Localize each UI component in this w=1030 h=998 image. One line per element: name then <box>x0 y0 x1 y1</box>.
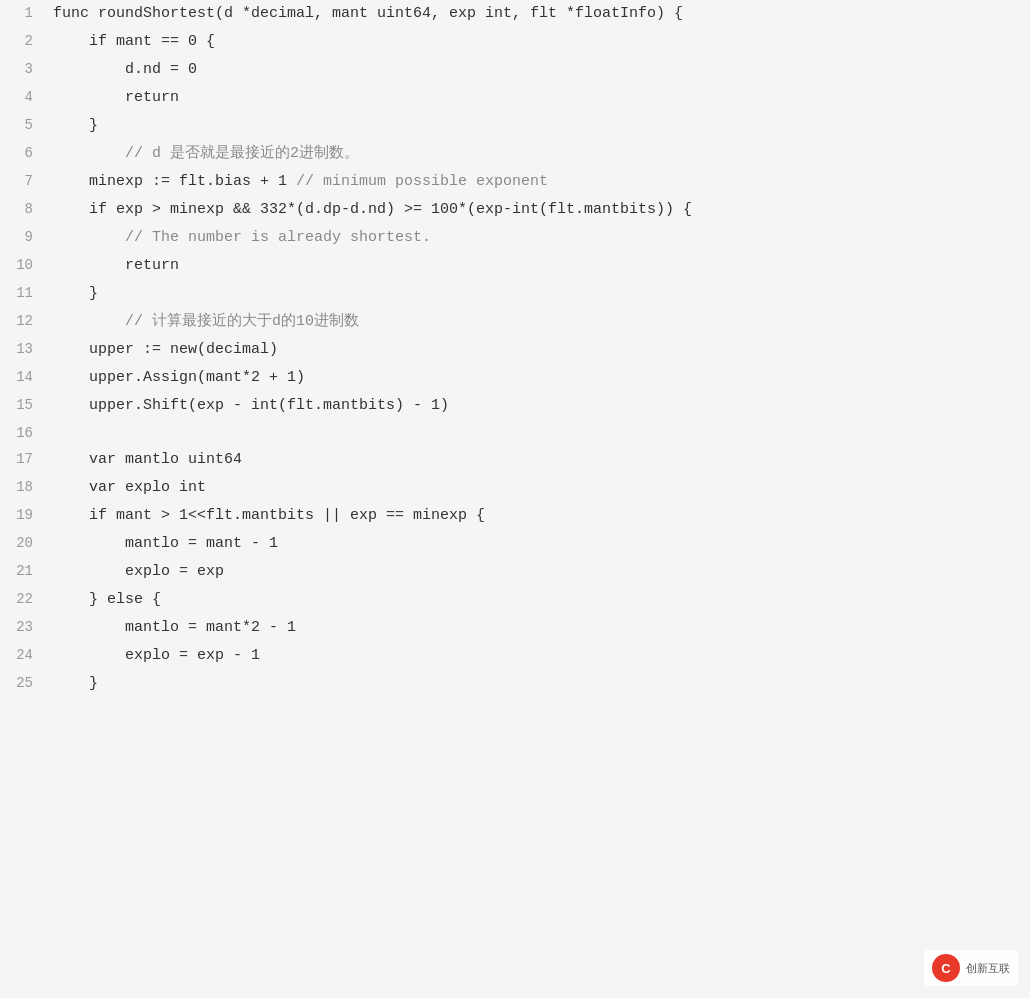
line-content: // The number is already shortest. <box>45 224 1030 252</box>
line-content: return <box>45 84 1030 112</box>
table-row: 17 var mantlo uint64 <box>0 446 1030 474</box>
line-number: 12 <box>0 308 45 336</box>
table-row: 23 mantlo = mant*2 - 1 <box>0 614 1030 642</box>
line-content <box>45 420 1030 446</box>
table-row: 9 // The number is already shortest. <box>0 224 1030 252</box>
line-number: 13 <box>0 336 45 364</box>
table-row: 13 upper := new(decimal) <box>0 336 1030 364</box>
line-content: d.nd = 0 <box>45 56 1030 84</box>
table-row: 11 } <box>0 280 1030 308</box>
table-row: 15 upper.Shift(exp - int(flt.mantbits) -… <box>0 392 1030 420</box>
line-number: 22 <box>0 586 45 614</box>
table-row: 20 mantlo = mant - 1 <box>0 530 1030 558</box>
table-row: 25 } <box>0 670 1030 698</box>
line-number: 1 <box>0 0 45 28</box>
line-number: 5 <box>0 112 45 140</box>
line-number: 10 <box>0 252 45 280</box>
line-content: return <box>45 252 1030 280</box>
line-content: } else { <box>45 586 1030 614</box>
table-row: 7 minexp := flt.bias + 1 // minimum poss… <box>0 168 1030 196</box>
line-content: explo = exp - 1 <box>45 642 1030 670</box>
line-content: upper := new(decimal) <box>45 336 1030 364</box>
line-number: 25 <box>0 670 45 698</box>
watermark-text: 创新互联 <box>966 961 1010 975</box>
table-row: 16 <box>0 420 1030 446</box>
watermark-logo: C <box>932 954 960 982</box>
table-row: 18 var explo int <box>0 474 1030 502</box>
line-content: explo = exp <box>45 558 1030 586</box>
table-row: 24 explo = exp - 1 <box>0 642 1030 670</box>
line-content: // 计算最接近的大于d的10进制数 <box>45 308 1030 336</box>
line-number: 23 <box>0 614 45 642</box>
code-container: 1func roundShortest(d *decimal, mant uin… <box>0 0 1030 998</box>
table-row: 8 if exp > minexp && 332*(d.dp-d.nd) >= … <box>0 196 1030 224</box>
table-row: 21 explo = exp <box>0 558 1030 586</box>
table-row: 5 } <box>0 112 1030 140</box>
table-row: 6 // d 是否就是最接近的2进制数。 <box>0 140 1030 168</box>
line-number: 20 <box>0 530 45 558</box>
line-content: var explo int <box>45 474 1030 502</box>
table-row: 1func roundShortest(d *decimal, mant uin… <box>0 0 1030 28</box>
line-number: 9 <box>0 224 45 252</box>
line-number: 21 <box>0 558 45 586</box>
table-row: 19 if mant > 1<<flt.mantbits || exp == m… <box>0 502 1030 530</box>
watermark-site-label: 创新互联 <box>966 961 1010 975</box>
line-number: 18 <box>0 474 45 502</box>
table-row: 22 } else { <box>0 586 1030 614</box>
line-number: 3 <box>0 56 45 84</box>
line-number: 8 <box>0 196 45 224</box>
line-number: 11 <box>0 280 45 308</box>
line-number: 2 <box>0 28 45 56</box>
line-number: 6 <box>0 140 45 168</box>
line-content: } <box>45 670 1030 698</box>
line-number: 16 <box>0 420 45 446</box>
line-content: mantlo = mant*2 - 1 <box>45 614 1030 642</box>
line-content: if mant == 0 { <box>45 28 1030 56</box>
line-content: minexp := flt.bias + 1 // minimum possib… <box>45 168 1030 196</box>
line-content: var mantlo uint64 <box>45 446 1030 474</box>
line-content: } <box>45 280 1030 308</box>
line-number: 7 <box>0 168 45 196</box>
table-row: 4 return <box>0 84 1030 112</box>
line-number: 4 <box>0 84 45 112</box>
line-content: upper.Assign(mant*2 + 1) <box>45 364 1030 392</box>
line-content: mantlo = mant - 1 <box>45 530 1030 558</box>
line-content: if mant > 1<<flt.mantbits || exp == mine… <box>45 502 1030 530</box>
table-row: 10 return <box>0 252 1030 280</box>
line-content: func roundShortest(d *decimal, mant uint… <box>45 0 1030 28</box>
line-content: upper.Shift(exp - int(flt.mantbits) - 1) <box>45 392 1030 420</box>
line-number: 19 <box>0 502 45 530</box>
line-number: 15 <box>0 392 45 420</box>
line-content: // d 是否就是最接近的2进制数。 <box>45 140 1030 168</box>
line-number: 17 <box>0 446 45 474</box>
code-table: 1func roundShortest(d *decimal, mant uin… <box>0 0 1030 698</box>
line-content: if exp > minexp && 332*(d.dp-d.nd) >= 10… <box>45 196 1030 224</box>
line-number: 24 <box>0 642 45 670</box>
line-content: } <box>45 112 1030 140</box>
watermark: C 创新互联 <box>924 950 1018 986</box>
line-number: 14 <box>0 364 45 392</box>
table-row: 12 // 计算最接近的大于d的10进制数 <box>0 308 1030 336</box>
table-row: 2 if mant == 0 { <box>0 28 1030 56</box>
table-row: 3 d.nd = 0 <box>0 56 1030 84</box>
table-row: 14 upper.Assign(mant*2 + 1) <box>0 364 1030 392</box>
